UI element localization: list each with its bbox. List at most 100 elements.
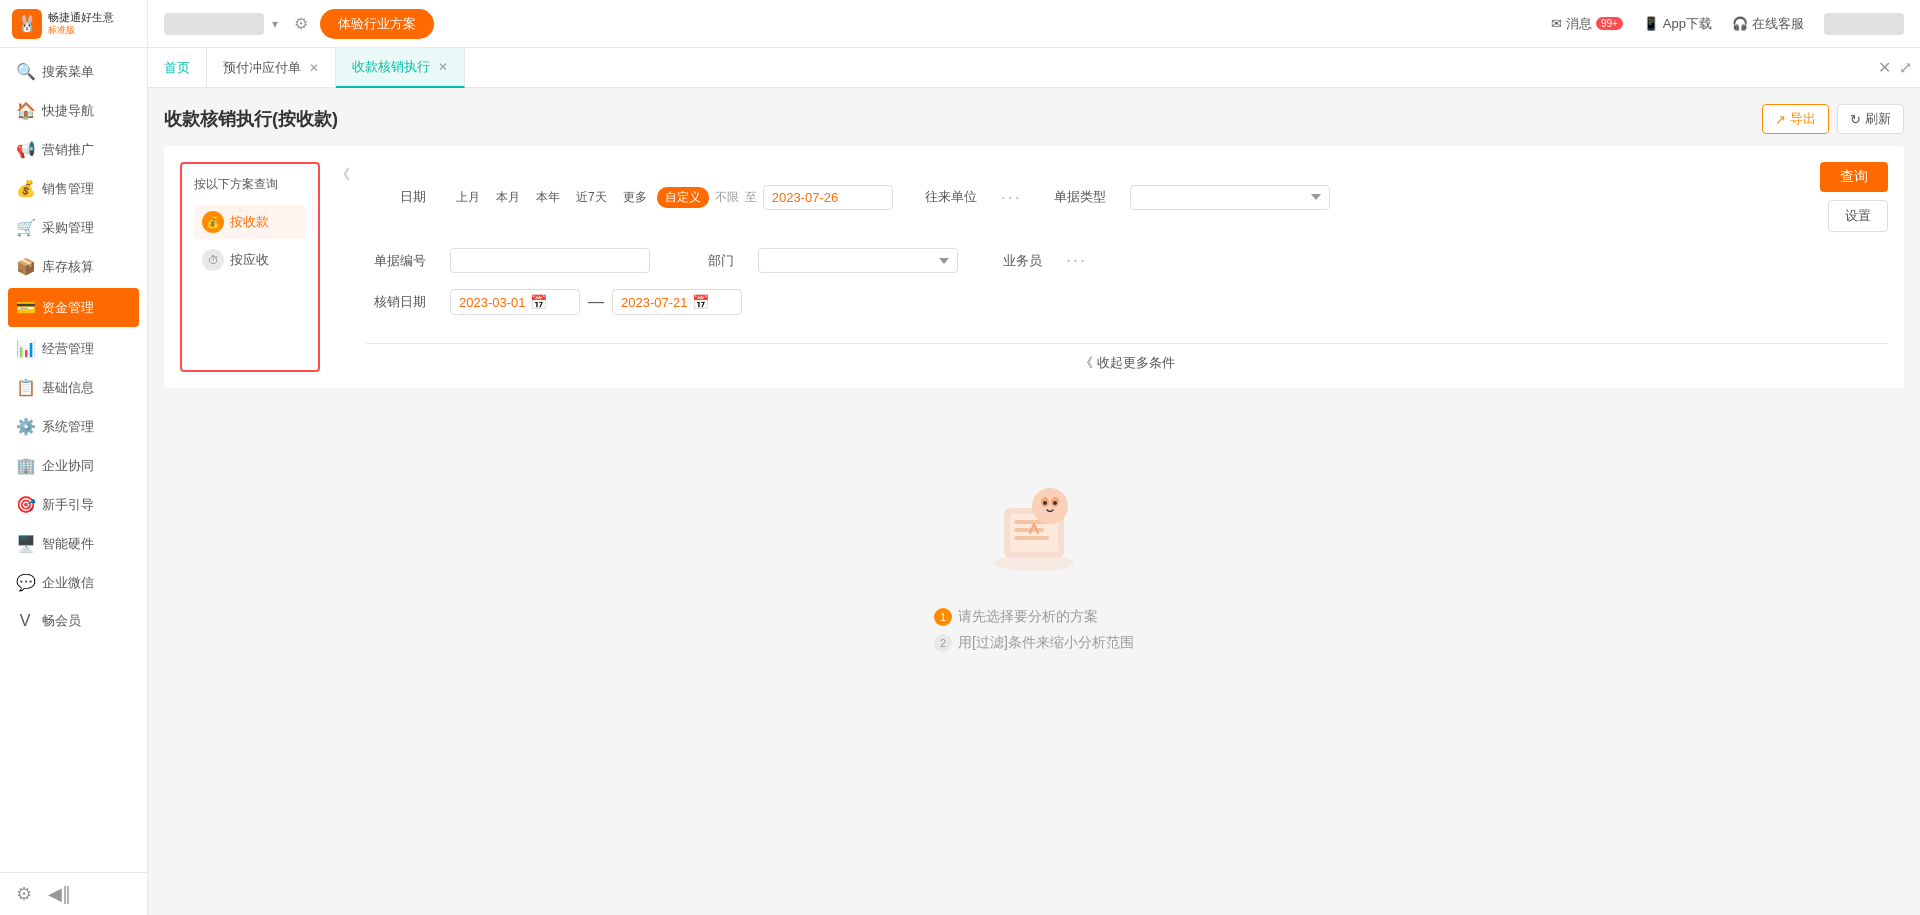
filter-collapse-icon[interactable]: 《 xyxy=(336,166,350,184)
bill-type-select[interactable] xyxy=(1130,185,1330,210)
verify-date-end-calendar-icon[interactable]: 📅 xyxy=(692,294,709,310)
tab-home-label: 首页 xyxy=(164,59,190,77)
sidebar-item-purchase[interactable]: 🛒采购管理 xyxy=(0,208,147,247)
member-icon: V xyxy=(16,612,34,630)
staff-label: 业务员 xyxy=(982,252,1042,270)
app-download-button[interactable]: 📱 App下载 xyxy=(1643,15,1712,33)
industry-solution-button[interactable]: 体验行业方案 xyxy=(320,9,434,39)
topbar-gear-icon[interactable]: ⚙ xyxy=(294,14,308,33)
member-label: 畅会员 xyxy=(42,612,81,630)
topbar-brand: ▾ ⚙ xyxy=(164,13,308,35)
filter-option-by-receivable[interactable]: ⏱ 按应收 xyxy=(194,243,306,277)
staff-dots[interactable]: ··· xyxy=(1066,250,1087,271)
svg-rect-4 xyxy=(1014,528,1044,532)
brand-sub: 标准版 xyxy=(48,24,114,37)
empty-state: 1 请先选择要分析的方案 2 用[过滤]条件来缩小分析范围 xyxy=(164,388,1904,692)
enterprise-icon: 🏢 xyxy=(16,456,34,475)
page-header: 收款核销执行(按收款) ↗ 导出 ↻ 刷新 xyxy=(164,104,1904,134)
sidebar-item-search-menu[interactable]: 🔍搜索菜单 xyxy=(0,52,147,91)
dept-select[interactable] xyxy=(758,248,958,273)
sidebar-item-system[interactable]: ⚙️系统管理 xyxy=(0,407,147,446)
date-btn-7days[interactable]: 近7天 xyxy=(570,187,613,208)
empty-tip-2-text: 用[过滤]条件来缩小分析范围 xyxy=(958,634,1134,652)
basic-icon: 📋 xyxy=(16,378,34,397)
settings-bottom-icon[interactable]: ⚙ xyxy=(16,883,32,905)
empty-tip-2: 2 用[过滤]条件来缩小分析范围 xyxy=(934,634,1134,652)
sidebar-item-quick-nav[interactable]: 🏠快捷导航 xyxy=(0,91,147,130)
workspace-dropdown-icon[interactable]: ▾ xyxy=(272,17,278,31)
date-label: 日期 xyxy=(366,188,426,206)
guide-icon: 🎯 xyxy=(16,495,34,514)
svg-point-6 xyxy=(1032,488,1068,524)
operations-label: 经营管理 xyxy=(42,340,94,358)
verify-date-start-field[interactable]: 2023-03-01 📅 xyxy=(450,289,580,315)
tab-expand-icon[interactable]: ⤢ xyxy=(1899,58,1912,77)
user-info xyxy=(1824,13,1904,35)
sidebar-item-hardware[interactable]: 🖥️智能硬件 xyxy=(0,524,147,563)
service-icon: 🎧 xyxy=(1732,16,1748,31)
sidebar-item-marketing[interactable]: 📢 营销推广 xyxy=(0,130,147,169)
sales-label: 销售管理 xyxy=(42,180,94,198)
svg-point-10 xyxy=(1053,501,1057,505)
sidebar-item-operations[interactable]: 📊经营管理 xyxy=(0,329,147,368)
sidebar-item-enterprise[interactable]: 🏢 企业协同 xyxy=(0,446,147,485)
message-button[interactable]: ✉ 消息 99+ xyxy=(1551,15,1623,33)
collapse-sidebar-icon[interactable]: ◀‖ xyxy=(48,883,71,905)
page-title: 收款核销执行(按收款) xyxy=(164,107,338,131)
date-btn-more[interactable]: 更多 xyxy=(617,187,653,208)
query-button[interactable]: 查询 xyxy=(1820,162,1888,192)
bill-no-input[interactable] xyxy=(450,248,650,273)
date-no-limit-label: 不限 xyxy=(715,189,739,206)
enterprise-label: 企业协同 xyxy=(42,457,94,475)
filter-option-by-receipt[interactable]: 💰 按收款 xyxy=(194,205,306,239)
verify-date-start-calendar-icon[interactable]: 📅 xyxy=(530,294,547,310)
setting-button[interactable]: 设置 xyxy=(1828,200,1888,232)
search-menu-icon: 🔍 xyxy=(16,62,34,81)
sidebar-item-sales[interactable]: 💰销售管理 xyxy=(0,169,147,208)
date-btn-this-month[interactable]: 本月 xyxy=(490,187,526,208)
svg-point-9 xyxy=(1043,501,1047,505)
brand-name: 畅捷通好生意 xyxy=(48,10,114,24)
verify-date-range: 2023-03-01 📅 — 2023-07-21 📅 xyxy=(450,289,742,315)
tip-num-1: 1 xyxy=(934,608,952,626)
verify-date-end-field[interactable]: 2023-07-21 📅 xyxy=(612,289,742,315)
sidebar-item-basic[interactable]: 📋基础信息 xyxy=(0,368,147,407)
refresh-icon: ↻ xyxy=(1850,112,1861,127)
tip-num-2: 2 xyxy=(934,634,952,652)
marketing-icon: 📢 xyxy=(16,140,34,159)
tab-prepay[interactable]: 预付冲应付单 ✕ xyxy=(207,48,336,88)
tab-collection-close-icon[interactable]: ✕ xyxy=(438,60,448,74)
refresh-button[interactable]: ↻ 刷新 xyxy=(1837,104,1904,134)
service-button[interactable]: 🎧 在线客服 xyxy=(1732,15,1804,33)
sidebar-item-finance[interactable]: 💳资金管理 xyxy=(8,288,139,327)
sidebar-item-inventory[interactable]: 📦库存核算 xyxy=(0,247,147,286)
date-btn-last-month[interactable]: 上月 xyxy=(450,187,486,208)
collapse-more-icon: 《 xyxy=(1080,354,1093,372)
empty-tip-1-text: 请先选择要分析的方案 xyxy=(958,608,1098,626)
brand-text: 畅捷通好生意 标准版 xyxy=(48,10,114,37)
dept-label: 部门 xyxy=(674,252,734,270)
collapse-more-label: 收起更多条件 xyxy=(1097,354,1175,372)
tab-collection[interactable]: 收款核销执行 ✕ xyxy=(336,48,465,88)
sidebar-item-guide[interactable]: 🎯新手引导 xyxy=(0,485,147,524)
filter-option-receivable-label: 按应收 xyxy=(230,251,269,269)
hardware-icon: 🖥️ xyxy=(16,534,34,553)
sidebar-item-member[interactable]: V 畅会员 xyxy=(0,602,147,640)
counterparty-label: 往来单位 xyxy=(917,188,977,206)
export-button[interactable]: ↗ 导出 xyxy=(1762,104,1829,134)
tab-prepay-close-icon[interactable]: ✕ xyxy=(309,61,319,75)
marketing-label: 营销推广 xyxy=(42,141,94,159)
export-label: 导出 xyxy=(1790,110,1816,128)
date-end-field[interactable]: 2023-07-26 xyxy=(763,185,893,210)
date-btn-this-year[interactable]: 本年 xyxy=(530,187,566,208)
date-btn-custom[interactable]: 自定义 xyxy=(657,187,709,208)
sidebar-item-wechat[interactable]: 💬企业微信 xyxy=(0,563,147,602)
tab-home[interactable]: 首页 xyxy=(148,48,207,88)
collapse-more-button[interactable]: 《 收起更多条件 xyxy=(366,343,1888,372)
counterparty-dots[interactable]: ··· xyxy=(1001,187,1022,208)
service-label: 在线客服 xyxy=(1752,15,1804,33)
tab-close-all-icon[interactable]: ✕ xyxy=(1878,58,1891,77)
verify-date-start-value: 2023-03-01 xyxy=(459,295,526,310)
main-content: 收款核销执行(按收款) ↗ 导出 ↻ 刷新 按以下方案查询 💰 按收款 ⏱ 按应… xyxy=(148,88,1920,915)
tab-collection-label: 收款核销执行 xyxy=(352,58,430,76)
